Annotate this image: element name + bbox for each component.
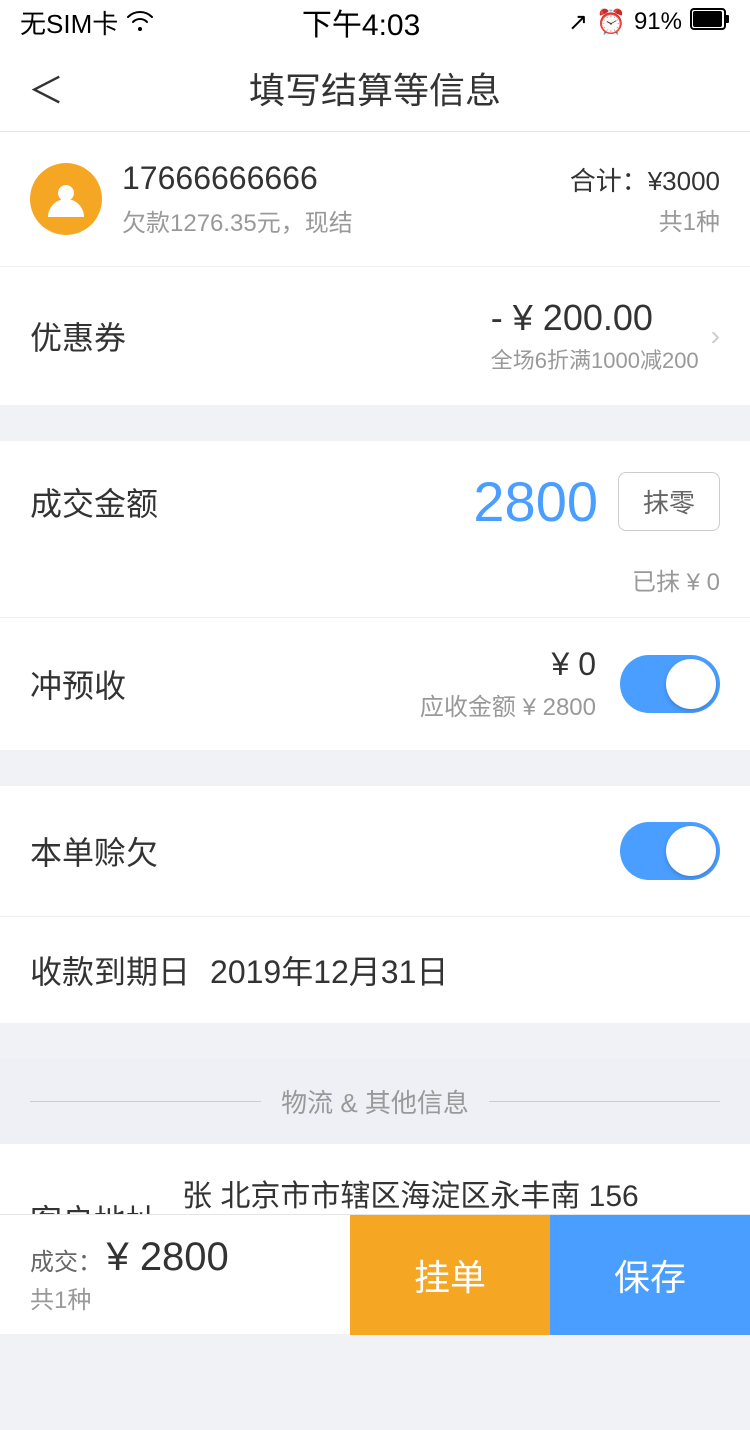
debt-label: 本单赊欠 bbox=[30, 828, 158, 874]
amount-row: 成交金额 2800 抹零 bbox=[0, 441, 750, 562]
coupon-amount: - ¥ 200.00 bbox=[491, 297, 699, 339]
amount-sub: 已抹 ¥ 0 bbox=[0, 562, 750, 617]
summary-amount: ¥ 2800 bbox=[106, 1235, 228, 1279]
status-time: 下午4:03 bbox=[302, 0, 420, 44]
coupon-label: 优惠券 bbox=[30, 313, 126, 359]
logistics-label: 物流 & 其他信息 bbox=[281, 1083, 469, 1120]
chevron-right-icon: › bbox=[711, 320, 720, 352]
divider-line-right bbox=[489, 1101, 720, 1102]
page-title: 填写结算等信息 bbox=[249, 62, 501, 114]
amount-value: 2800 bbox=[473, 469, 598, 534]
customer-card: 17666666666 欠款1276.35元，现结 合计：¥3000 共1种 优… bbox=[0, 132, 750, 405]
pending-button[interactable]: 挂单 bbox=[350, 1215, 550, 1335]
due-date: 2019年12月31日 bbox=[210, 947, 448, 993]
save-button[interactable]: 保存 bbox=[550, 1215, 750, 1335]
divider-line-left bbox=[30, 1101, 261, 1102]
customer-note: 欠款1276.35元，现结 bbox=[122, 203, 353, 238]
total-label: 合计：¥3000 bbox=[570, 161, 720, 198]
amount-label: 成交金额 bbox=[30, 479, 158, 525]
location-icon: ↗ bbox=[568, 8, 588, 37]
battery-icon bbox=[690, 8, 730, 37]
bottom-bar: 成交： ¥ 2800 共1种 挂单 保存 bbox=[0, 1214, 750, 1334]
coupon-row[interactable]: 优惠券 - ¥ 200.00 全场6折满1000减200 › bbox=[0, 266, 750, 405]
prepay-label: 冲预收 bbox=[30, 661, 126, 707]
logistics-divider: 物流 & 其他信息 bbox=[0, 1059, 750, 1144]
gray-divider-3 bbox=[0, 1039, 750, 1059]
due-row: 收款到期日 2019年12月31日 bbox=[0, 916, 750, 1023]
battery-text: 91% bbox=[634, 8, 682, 36]
toggle-thumb bbox=[666, 659, 716, 709]
bottom-summary: 成交： ¥ 2800 共1种 bbox=[0, 1235, 350, 1315]
alarm-icon: ⏰ bbox=[596, 8, 626, 37]
debt-row: 本单赊欠 bbox=[0, 786, 750, 916]
prepay-toggle[interactable] bbox=[620, 655, 720, 713]
back-button[interactable]: ＜ bbox=[28, 62, 64, 114]
summary-count: 共1种 bbox=[30, 1280, 320, 1315]
coupon-desc: 全场6折满1000减200 bbox=[491, 343, 699, 375]
status-bar: 无SIM卡 下午4:03 ↗ ⏰ 91% bbox=[0, 0, 750, 44]
round-button[interactable]: 抹零 bbox=[618, 472, 720, 531]
due-label: 收款到期日 bbox=[30, 947, 190, 993]
sim-status: 无SIM卡 bbox=[20, 4, 118, 41]
summary-prefix: 成交： bbox=[30, 1249, 102, 1276]
prepay-amount: ¥ 0 bbox=[420, 646, 596, 683]
gray-divider-2 bbox=[0, 766, 750, 786]
total-count: 共1种 bbox=[570, 202, 720, 237]
prepay-sub: 应收金额 ¥ 2800 bbox=[420, 687, 596, 722]
status-left: 无SIM卡 bbox=[20, 4, 154, 41]
nav-bar: ＜ 填写结算等信息 bbox=[0, 44, 750, 132]
wifi-icon bbox=[126, 7, 154, 38]
gray-divider-1 bbox=[0, 421, 750, 441]
avatar bbox=[30, 163, 102, 235]
prepay-row: 冲预收 ¥ 0 应收金额 ¥ 2800 bbox=[0, 617, 750, 750]
debt-toggle-thumb bbox=[666, 826, 716, 876]
amount-section: 成交金额 2800 抹零 已抹 ¥ 0 冲预收 ¥ 0 应收金额 ¥ 2800 bbox=[0, 441, 750, 750]
debt-card: 本单赊欠 收款到期日 2019年12月31日 bbox=[0, 786, 750, 1023]
debt-toggle[interactable] bbox=[620, 822, 720, 880]
customer-row: 17666666666 欠款1276.35元，现结 合计：¥3000 共1种 bbox=[0, 132, 750, 266]
status-right: ↗ ⏰ 91% bbox=[568, 8, 730, 37]
customer-phone: 17666666666 bbox=[122, 160, 353, 197]
